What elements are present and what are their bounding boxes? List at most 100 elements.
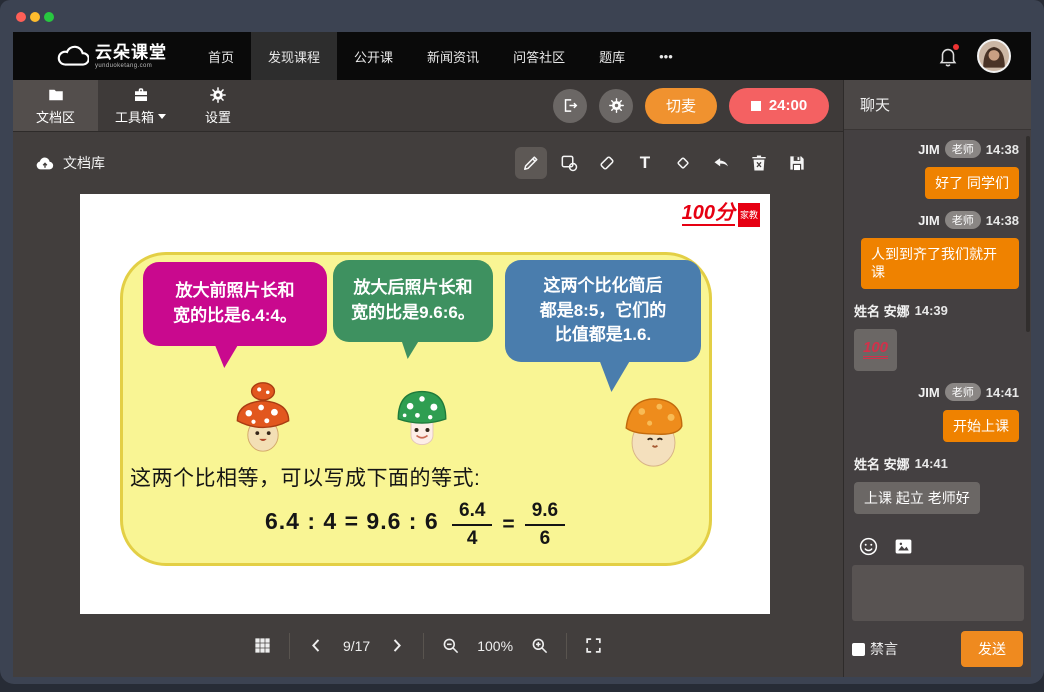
fullscreen-button[interactable] (584, 636, 603, 655)
drawing-toolbar: T (515, 147, 813, 179)
logo-subtitle: yunduoketang.com (95, 63, 167, 69)
settings-label: 设置 (205, 107, 231, 126)
fullscreen-icon (584, 636, 603, 655)
stop-icon (751, 101, 761, 111)
class-timer-button[interactable]: 24:00 (729, 88, 829, 124)
close-window-button[interactable] (16, 12, 26, 22)
shapes-tool-button[interactable] (553, 147, 585, 179)
zoom-in-button[interactable] (530, 636, 549, 655)
text-tool-button[interactable]: T (629, 147, 661, 179)
notification-dot (953, 44, 959, 50)
minimize-window-button[interactable] (30, 12, 40, 22)
zoom-in-icon (530, 636, 549, 655)
undo-button[interactable] (705, 147, 737, 179)
sender-name: JIM (918, 385, 940, 400)
green-mushroom-character (390, 382, 454, 456)
message-time: 14:41 (986, 385, 1019, 400)
mute-toggle[interactable]: 禁言 (852, 639, 898, 659)
nav-item-more[interactable]: ••• (642, 32, 690, 80)
send-message-button[interactable]: 发送 (961, 631, 1023, 667)
message-time: 14:38 (986, 142, 1019, 157)
brand-score-text: 100分 (682, 203, 735, 226)
toggle-mic-button[interactable]: 切麦 (645, 88, 717, 124)
save-floppy-icon (787, 153, 807, 173)
bubble-tail (399, 340, 420, 359)
chat-message: JIM 老师 14:41 开始上课 (854, 383, 1019, 442)
undo-arrow-icon (711, 153, 731, 173)
document-canvas-area: 文档库 (13, 132, 843, 677)
document-library-button[interactable]: 文档库 (35, 153, 105, 173)
chat-message-list[interactable]: JIM 老师 14:38 好了 同学们 JIM 老师 14:38 人到到齐了我们… (844, 130, 1031, 528)
notifications-bell-icon[interactable] (937, 45, 959, 67)
teacher-badge: 老师 (945, 140, 981, 158)
clear-all-button[interactable] (743, 147, 775, 179)
message-bubble: 人到到齐了我们就开课 (861, 238, 1019, 288)
nav-item-question-bank[interactable]: 题库 (582, 32, 642, 80)
nav-item-qa-community[interactable]: 问答社区 (496, 32, 582, 80)
pen-tool-button[interactable] (515, 147, 547, 179)
divider (566, 633, 567, 659)
maximize-window-button[interactable] (44, 12, 54, 22)
chat-header: 聊天 (844, 80, 1031, 130)
macos-titlebar (0, 0, 1044, 32)
nav-item-news[interactable]: 新闻资讯 (410, 32, 496, 80)
image-upload-icon[interactable] (893, 536, 914, 557)
app-window: 云朵课堂 yunduoketang.com 首页 发现课程 公开课 新闻资讯 问… (0, 0, 1044, 684)
document-library-label: 文档库 (63, 153, 105, 173)
hundred-points-emoji: 100 (863, 340, 888, 360)
chevron-right-icon (387, 636, 406, 655)
chat-scrollbar-thumb[interactable] (1026, 136, 1030, 332)
zoom-out-button[interactable] (441, 636, 460, 655)
settings-button[interactable]: 设置 (183, 80, 253, 131)
chat-message-input[interactable] (852, 565, 1024, 621)
red-mushroom-character (225, 379, 301, 455)
speech-bubble-after: 放大后照片长和 宽的比是9.6:6。 (333, 260, 493, 342)
divider (289, 633, 290, 659)
shapes-icon (559, 153, 579, 173)
speech-bubble-ratio: 这两个比化简后 都是8:5，它们的 比值都是1.6. (505, 260, 701, 362)
stream-settings-button[interactable] (599, 89, 633, 123)
eraser-icon (597, 153, 617, 173)
chat-message: 姓名 安娜 14:41 上课 起立 老师好 (854, 454, 1019, 514)
speech-bubble-before: 放大前照片长和 宽的比是6.4:4。 (143, 262, 327, 346)
emoji-picker-icon[interactable] (858, 536, 879, 557)
grid-icon (253, 636, 272, 655)
save-button[interactable] (781, 147, 813, 179)
previous-page-button[interactable] (307, 636, 326, 655)
mute-label: 禁言 (870, 639, 898, 659)
user-avatar[interactable] (977, 39, 1011, 73)
whiteboard-slide[interactable]: 100分 家教 放大前照片长和 宽的比是6.4:4。 放大后照片长和 宽的比是9… (80, 194, 770, 614)
message-bubble: 好了 同学们 (925, 167, 1019, 199)
doc-area-button[interactable]: 文档区 (13, 80, 98, 131)
nav-item-open-classes[interactable]: 公开课 (337, 32, 410, 80)
chat-message: JIM 老师 14:38 好了 同学们 (854, 140, 1019, 199)
toolbox-button[interactable]: 工具箱 (98, 80, 183, 131)
slide-statement-text: 这两个比相等，可以写成下面的等式: (130, 462, 480, 492)
fraction-equation: 6.4 4 = 9.6 6 (452, 500, 565, 550)
chat-panel: 聊天 JIM 老师 14:38 好了 同学们 JIM 老师 (843, 80, 1031, 677)
mute-checkbox[interactable] (852, 643, 865, 656)
sender-name: JIM (918, 213, 940, 228)
wipe-tool-button[interactable] (667, 147, 699, 179)
chat-message: JIM 老师 14:38 人到到齐了我们就开课 (854, 211, 1019, 288)
teacher-badge: 老师 (945, 383, 981, 401)
message-bubble: 上课 起立 老师好 (854, 482, 980, 514)
ratio-equation: 6.4 : 4 = 9.6 : 6 (265, 508, 439, 535)
next-page-button[interactable] (387, 636, 406, 655)
chat-input-zone: 禁言 发送 (844, 528, 1031, 677)
message-time: 14:39 (915, 303, 948, 318)
exit-classroom-button[interactable] (553, 89, 587, 123)
brand-logo[interactable]: 云朵课堂 yunduoketang.com (13, 32, 191, 80)
chevron-down-icon (158, 114, 166, 119)
nav-item-discover-courses[interactable]: 发现课程 (251, 32, 337, 80)
timer-value: 24:00 (769, 97, 807, 114)
slide-pager: 9/17 100% (13, 614, 843, 677)
brand-tag-box: 家教 (738, 203, 760, 227)
message-time: 14:38 (986, 213, 1019, 228)
folder-icon (47, 86, 65, 104)
eraser-tool-button[interactable] (591, 147, 623, 179)
nav-item-home[interactable]: 首页 (191, 32, 251, 80)
thumbnail-grid-button[interactable] (253, 636, 272, 655)
message-bubble: 开始上课 (943, 410, 1019, 442)
divider (423, 633, 424, 659)
